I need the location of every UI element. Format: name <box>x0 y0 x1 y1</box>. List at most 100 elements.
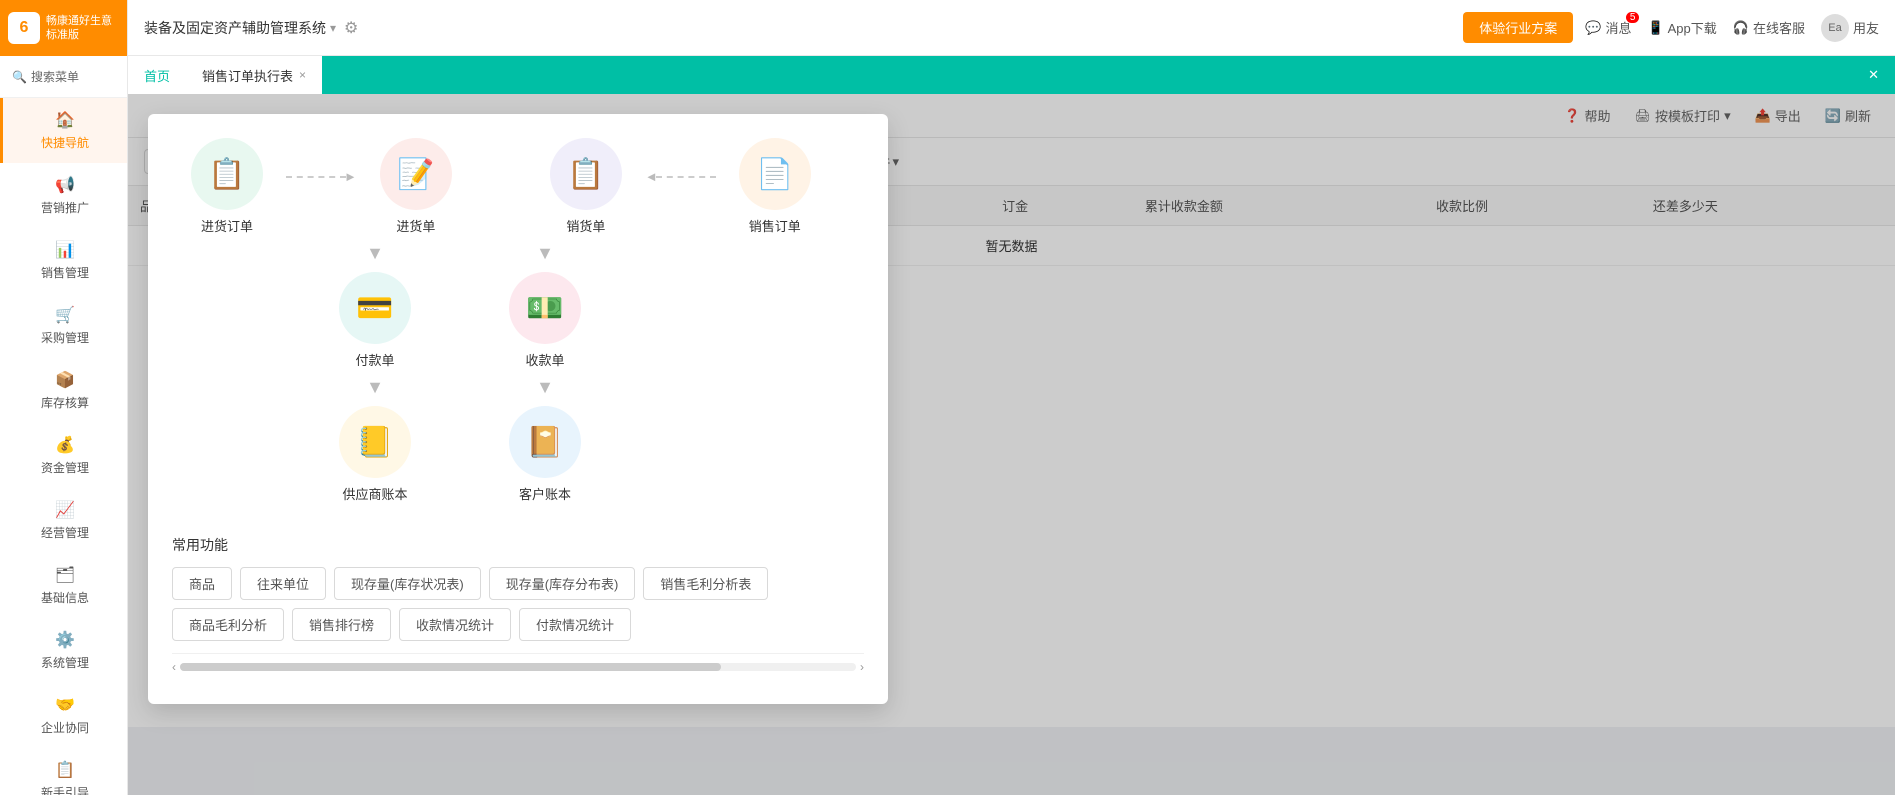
topbar-title: 装备及固定资产辅助管理系统 ▾ ⚙ <box>144 18 1451 38</box>
sidebar-search[interactable]: 🔍 搜索菜单 <box>0 56 127 98</box>
sales-order-circle[interactable]: 📄 <box>739 138 811 210</box>
sidebar-item-purchase[interactable]: 🛒采购管理 <box>0 293 127 358</box>
purchase-bill-circle[interactable]: 📝 <box>380 138 452 210</box>
sidebar-item-newbie[interactable]: 📋新手引导 <box>0 748 127 795</box>
purchase-order-circle[interactable]: 📋 <box>191 138 263 210</box>
supplier-ledger-icon: 📒 <box>356 425 393 460</box>
sidebar-item-finance[interactable]: 💰 资金管理 <box>0 423 127 488</box>
flow-row-1: 📋 进货订单 ► <box>172 138 864 235</box>
nav-label-operations: 经营管理 <box>41 524 89 541</box>
cf-button-8[interactable]: 付款情况统计 <box>519 608 631 641</box>
app-download-button[interactable]: 📱 App下载 <box>1647 18 1716 37</box>
sidebar-item-inventory[interactable]: 📦 库存核算 <box>0 358 127 423</box>
gear-icon[interactable]: ⚙ <box>344 18 358 38</box>
sales-bill-circle[interactable]: 📋 <box>550 138 622 210</box>
flow-col-purchase-bill: 📝 进货单 <box>361 138 471 235</box>
search-menu-button[interactable]: 🔍 搜索菜单 <box>8 64 119 89</box>
cf-button-4[interactable]: 销售毛利分析表 <box>643 567 768 600</box>
app-wrapper: 6 畅康通好生意 标准版 🔍 搜索菜单 🏠 快捷导航 📢营销推广📊销售管理🛒采购管理… <box>0 0 1895 795</box>
payment-label: 付款单 <box>355 350 394 369</box>
logo-icon: 6 <box>8 12 40 44</box>
sidebar-item-basic-info[interactable]: 🗂基础信息 <box>0 553 127 618</box>
flow-row-3: 📒 供应商账本 📔 <box>172 406 864 503</box>
nav-label-newbie: 新手引导 <box>41 784 89 795</box>
dropdown-icon: ▾ <box>330 21 336 35</box>
flow-col-payment: 💳 付款单 <box>320 272 430 369</box>
online-service-button[interactable]: 🎧 在线客服 <box>1733 18 1805 37</box>
tab-close-icon[interactable]: × <box>299 68 306 82</box>
popup-overlay[interactable]: 📋 进货订单 ► <box>128 94 1895 795</box>
supplier-ledger-node: 📒 供应商账本 <box>320 406 430 503</box>
purchase-bill-label: 进货单 <box>396 216 435 235</box>
search-icon: 🔍 <box>12 70 27 84</box>
sidebar-item-quick-nav[interactable]: 🏠 快捷导航 <box>0 98 127 163</box>
system-title-dropdown[interactable]: 装备及固定资产辅助管理系统 ▾ <box>144 18 336 38</box>
payment-circle[interactable]: 💳 <box>339 272 411 344</box>
sales-order-label: 销售订单 <box>749 216 801 235</box>
message-button[interactable]: 💬 消息 5 <box>1585 18 1631 37</box>
tab-sales-order-exec[interactable]: 销售订单执行表 × <box>186 56 322 94</box>
sales-bill-label: 销货单 <box>566 216 605 235</box>
receipt-icon: 💵 <box>526 291 563 326</box>
purchase-order-label: 进货订单 <box>201 216 253 235</box>
arrow-down-payment: ▼ <box>320 377 430 398</box>
cf-button-1[interactable]: 往来单位 <box>240 567 326 600</box>
nav-icon-quick-nav: 🏠 <box>55 110 75 130</box>
supplier-ledger-circle[interactable]: 📒 <box>339 406 411 478</box>
topbar: 装备及固定资产辅助管理系统 ▾ ⚙ 体验行业方案 💬 消息 5 📱 App下载 … <box>128 0 1895 56</box>
receipt-circle[interactable]: 💵 <box>509 272 581 344</box>
close-all-tabs-button[interactable]: ✕ <box>1860 63 1887 87</box>
receipt-label: 收款单 <box>525 350 564 369</box>
arrow-line-2 <box>656 176 716 178</box>
cf-button-6[interactable]: 销售排行榜 <box>292 608 391 641</box>
sidebar-item-sales[interactable]: 📊销售管理 <box>0 228 127 293</box>
flow-col-supplier: 📒 供应商账本 <box>320 406 430 503</box>
message-badge: 5 <box>1626 12 1640 23</box>
nav-label-quick-nav: 快捷导航 <box>41 134 89 151</box>
user-info[interactable]: Ea 用友 <box>1821 14 1879 42</box>
tabbar: 首页 销售订单执行表 × ✕ <box>128 56 1895 94</box>
flow-col-sales-bill: 📋 销货单 <box>531 138 641 235</box>
cf-button-0[interactable]: 商品 <box>172 567 232 600</box>
payment-icon: 💳 <box>356 291 393 326</box>
nav-label-inventory: 库存核算 <box>41 394 89 411</box>
sales-order-icon: 📄 <box>756 157 793 192</box>
nav-icon-inventory: 📦 <box>55 370 75 390</box>
sidebar-item-operations[interactable]: 📈经营管理 <box>0 488 127 553</box>
sidebar-item-system[interactable]: ⚙️系统管理 <box>0 618 127 683</box>
content-area: ❓ 帮助 🖨 按模板打印 ▾ 📤 导出 🔄 刷新 <box>128 94 1895 795</box>
scrollbar-thumb[interactable] <box>180 663 721 671</box>
cf-button-7[interactable]: 收款情况统计 <box>399 608 511 641</box>
nav-icon-finance: 💰 <box>55 435 75 455</box>
sidebar-item-marketing[interactable]: 📢营销推广 <box>0 163 127 228</box>
flow-diagram: 📋 进货订单 ► <box>172 138 864 511</box>
arrow-down-icon-4: ▼ <box>536 377 554 398</box>
cf-button-3[interactable]: 现存量(库存分布表) <box>489 567 636 600</box>
cf-button-5[interactable]: 商品毛利分析 <box>172 608 284 641</box>
trial-button[interactable]: 体验行业方案 <box>1463 12 1573 43</box>
sales-bill-node: 📋 销货单 <box>531 138 641 235</box>
arrow-down-icon-3: ▼ <box>366 377 384 398</box>
arrow-right-icon-1: ► <box>344 169 357 184</box>
cf-button-2[interactable]: 现存量(库存状况表) <box>334 567 481 600</box>
arrow-purchase-to-bill: ► <box>286 169 357 204</box>
app-icon: 📱 <box>1647 20 1663 36</box>
main-content: 装备及固定资产辅助管理系统 ▾ ⚙ 体验行业方案 💬 消息 5 📱 App下载 … <box>128 0 1895 795</box>
arrow-down-icon-1: ▼ <box>366 243 384 264</box>
arrow-down-purchase: ▼ <box>320 243 430 264</box>
tab-home[interactable]: 首页 <box>128 56 186 94</box>
scroll-right-button[interactable]: › <box>860 660 864 674</box>
arrow-sales-order-to-bill: ◄ <box>645 169 716 204</box>
scroll-left-button[interactable]: ‹ <box>172 660 176 674</box>
logo-text: 畅康通好生意 标准版 <box>46 14 112 43</box>
arrow-down-sales: ▼ <box>490 243 600 264</box>
purchase-bill-icon: 📝 <box>397 157 434 192</box>
sidebar-item-enterprise[interactable]: 🤝企业协同 <box>0 683 127 748</box>
nav-label-finance: 资金管理 <box>41 459 89 476</box>
common-functions: 常用功能 商品往来单位现存量(库存状况表)现存量(库存分布表)销售毛利分析表商品… <box>172 535 864 641</box>
nav-label-basic-info: 基础信息 <box>41 589 89 606</box>
sidebar-logo: 6 畅康通好生意 标准版 <box>0 0 127 56</box>
service-icon: 🎧 <box>1733 20 1749 36</box>
nav-label-purchase: 采购管理 <box>41 329 89 346</box>
customer-ledger-circle[interactable]: 📔 <box>509 406 581 478</box>
